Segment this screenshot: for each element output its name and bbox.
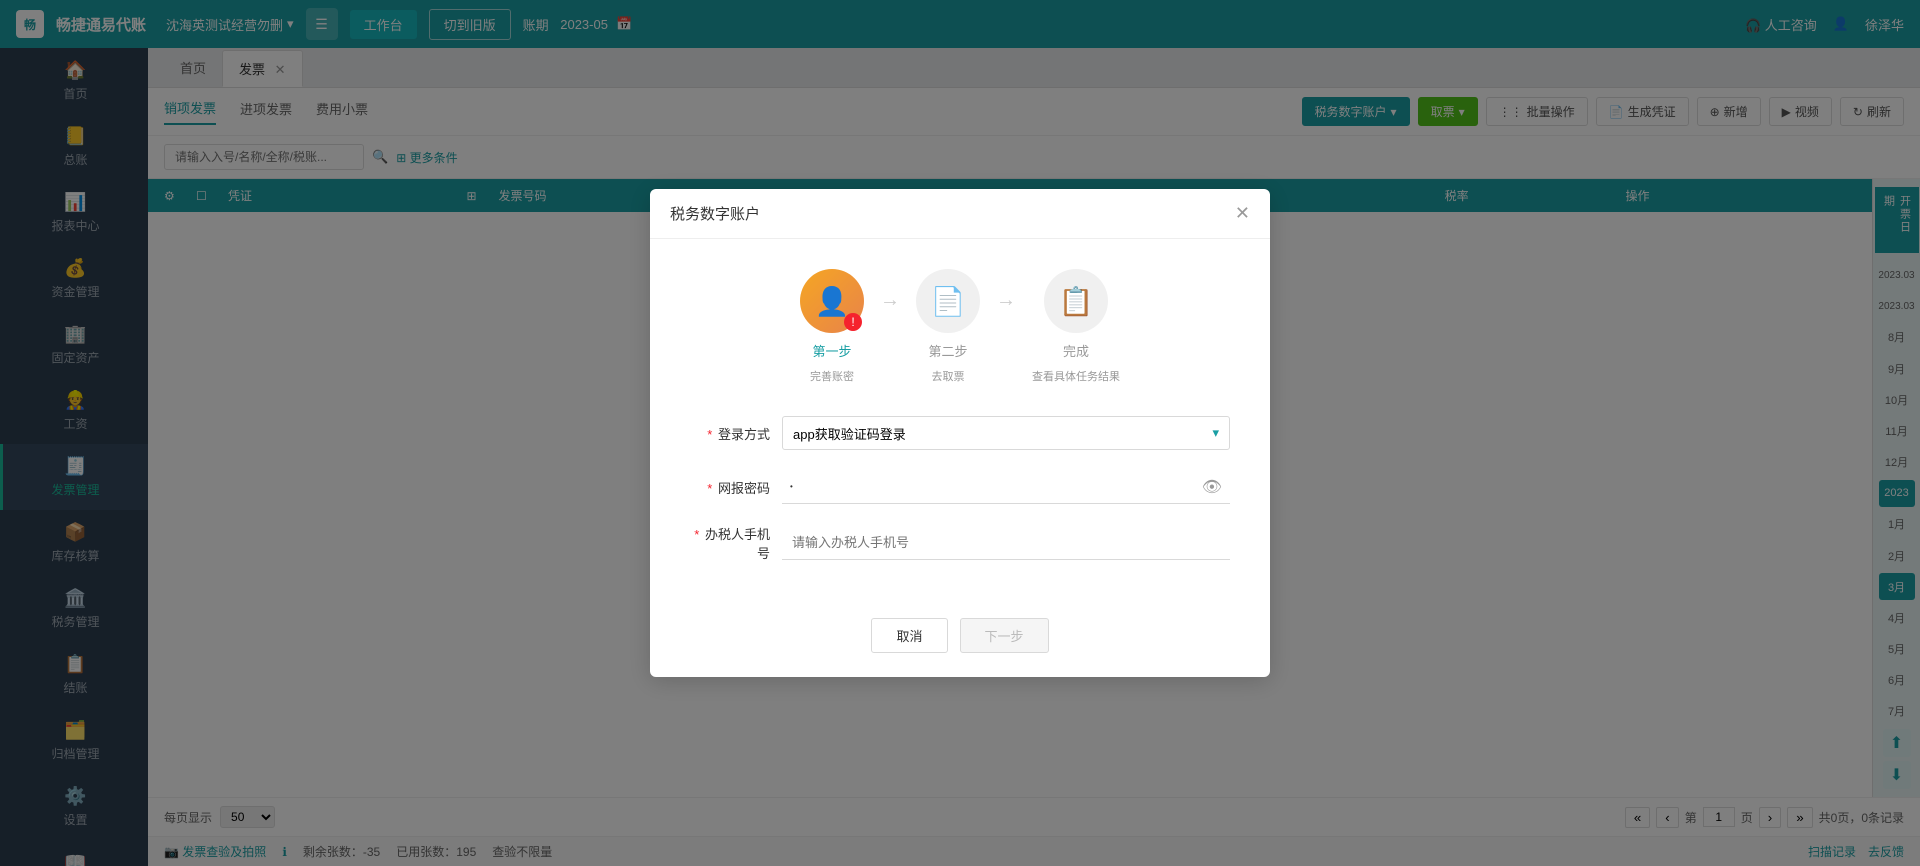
step-1-badge: ! [844, 313, 862, 331]
tax-digital-modal: 税务数字账户 ✕ 👤 ! 第一步 完善账密 → [650, 189, 1270, 677]
step-3-desc: 查看具体任务结果 [1032, 368, 1120, 384]
step-3-list-icon: 📋 [1059, 285, 1094, 318]
step-arrow-2: → [980, 289, 1032, 312]
modal-close-btn[interactable]: ✕ [1235, 203, 1250, 224]
step-3-icon-wrap: 📋 [1044, 269, 1108, 333]
modal-body: 👤 ! 第一步 完善账密 → 📄 第二步 去取票 → [650, 239, 1270, 602]
step-1-user-icon: 👤 [815, 285, 850, 318]
step-3-title: 完成 [1063, 341, 1089, 360]
password-dots: • [790, 482, 796, 491]
step-2-doc-icon: 📄 [931, 285, 966, 318]
step-2-title: 第二步 [928, 341, 967, 360]
step-1-desc: 完善账密 [810, 368, 854, 384]
modal-footer: 取消 下一步 [650, 602, 1270, 677]
step-1-icon-wrap: 👤 ! [800, 269, 864, 333]
step-2-desc: 去取票 [932, 368, 965, 384]
modal-cancel-btn[interactable]: 取消 [871, 618, 947, 653]
phone-row: * 办税人手机号 [690, 524, 1230, 562]
modal-overlay[interactable]: 税务数字账户 ✕ 👤 ! 第一步 完善账密 → [0, 0, 1920, 866]
step-1: 👤 ! 第一步 完善账密 [800, 269, 864, 384]
password-toggle-icon[interactable]: 👁 [1202, 477, 1222, 497]
step-1-title: 第一步 [812, 341, 851, 360]
password-input-wrap: • 👁 [782, 470, 1230, 504]
modal-form: * 登录方式 app获取验证码登录 ▾ * 网报密码 • [690, 416, 1230, 562]
step-arrow-1: → [864, 289, 916, 312]
select-dropdown-icon: ▾ [1212, 425, 1219, 441]
login-method-select[interactable]: app获取验证码登录 ▾ [782, 416, 1230, 450]
phone-input[interactable] [782, 526, 1230, 560]
step-3: 📋 完成 查看具体任务结果 [1032, 269, 1120, 384]
modal-title: 税务数字账户 [670, 203, 760, 224]
step-2-icon-wrap: 📄 [916, 269, 980, 333]
step-2: 📄 第二步 去取票 [916, 269, 980, 384]
login-method-label: * 登录方式 [690, 424, 770, 443]
modal-header: 税务数字账户 ✕ [650, 189, 1270, 239]
steps-container: 👤 ! 第一步 完善账密 → 📄 第二步 去取票 → [690, 269, 1230, 384]
password-label: * 网报密码 [690, 478, 770, 497]
login-method-row: * 登录方式 app获取验证码登录 ▾ [690, 416, 1230, 450]
password-row: * 网报密码 • 👁 [690, 470, 1230, 504]
modal-next-btn[interactable]: 下一步 [960, 618, 1049, 653]
phone-label: * 办税人手机号 [690, 524, 770, 562]
